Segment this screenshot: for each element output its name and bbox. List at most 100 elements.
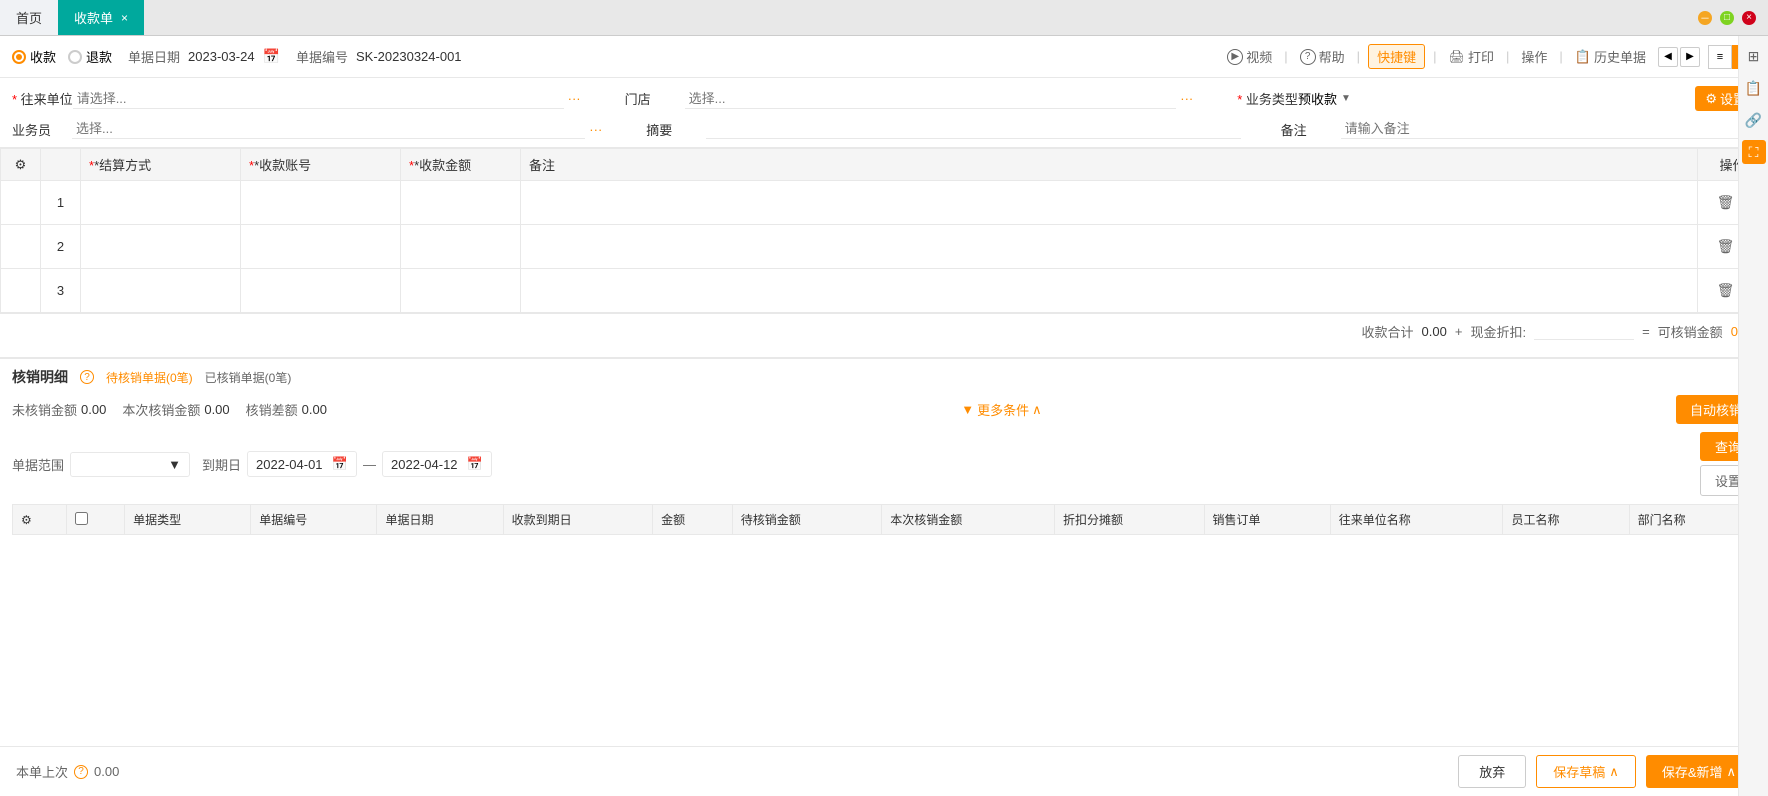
shortcut-button[interactable]: 快捷键 [1368,44,1425,69]
counterpart-input[interactable] [73,89,564,109]
row3-num: 3 [41,269,81,313]
sidebar-link-icon[interactable]: 🔗 [1742,108,1766,132]
filter-icon: ▼ [961,402,974,417]
video-button[interactable]: ▶ 视频 [1223,45,1276,68]
store-ellipsis-icon[interactable]: ··· [1176,91,1197,106]
radio-shoukuan-dot [12,50,26,64]
btcol-settings-header[interactable]: ⚙ [13,505,67,535]
sidebar-table-icon[interactable]: ⊞ [1742,44,1766,68]
select-all-checkbox[interactable] [75,512,88,525]
save-new-button[interactable]: 保存&新增 ∧ [1646,755,1752,788]
minimize-button[interactable]: － [1698,11,1712,25]
diff-label: 核销差额 [246,400,298,419]
doc-num-group: 单据编号 SK-20230324-001 [296,47,462,66]
history-button[interactable]: 📋 历史单据 [1571,45,1650,68]
due-date-start-input[interactable]: 2022-04-01 📅 [247,451,357,477]
counterpart-ellipsis-icon[interactable]: ··· [564,91,585,106]
row2-num: 2 [41,225,81,269]
help-button[interactable]: ? 帮助 [1296,45,1349,68]
print-button[interactable]: 🖨 打印 [1444,45,1498,68]
sidebar-doc-icon[interactable]: 📋 [1742,76,1766,100]
row1-account[interactable] [241,181,401,225]
nav-prev[interactable]: ◀ [1658,47,1678,67]
radio-shoukuan[interactable]: 收款 [12,47,56,66]
row2-amount[interactable] [401,225,521,269]
history-icon: 📋 [1575,49,1591,65]
collection-total-value: 0.00 [1422,324,1447,339]
tab-done[interactable]: 已核销单据(0笔) [205,369,292,386]
col-settings-header[interactable]: ⚙ [1,149,41,181]
salesperson-ellipsis-icon[interactable]: ··· [585,122,606,137]
btcol-current-header: 本次核销金额 [882,505,1055,535]
discard-button[interactable]: 放弃 [1458,755,1526,788]
discard-label: 放弃 [1479,765,1505,780]
row3-note[interactable] [521,269,1698,313]
row2-account[interactable] [241,225,401,269]
save-draft-button[interactable]: 保存草稿 ∧ [1536,755,1636,788]
list-view-btn[interactable]: ≡ [1708,45,1732,69]
footer: 本单上次 ? 0.00 放弃 保存草稿 ∧ 保存&新增 ∧ [0,746,1768,796]
salesperson-input[interactable] [72,119,585,139]
draft-label: 保存草稿 [1553,762,1605,781]
save-new-arrow-icon: ∧ [1726,764,1736,780]
diff-stat: 核销差额 0.00 [246,400,327,419]
col-amount-header: **收款金额 [401,149,521,181]
more-conditions-btn[interactable]: ▼ 更多条件 ∧ [961,400,1041,419]
summary-input[interactable] [706,119,1240,139]
more-conditions-label: 更多条件 [977,400,1029,419]
tab-shoukuan[interactable]: 收款单 × [58,0,144,35]
tab-pending[interactable]: 待核销单据(0笔) [106,369,193,386]
btcol-checkbox-header[interactable] [66,505,124,535]
row2-settlement[interactable] [81,225,241,269]
business-type-field: 业务类型 预收款 ▼ [1237,89,1695,108]
col-account-header: **收款账号 [241,149,401,181]
history-label: 历史单据 [1594,47,1646,66]
store-input[interactable] [685,89,1177,109]
sidebar-expand-icon[interactable]: ⛶ [1742,140,1766,164]
salesperson-field: 业务员 ··· [12,119,606,139]
plus-sign: + [1455,324,1463,339]
doc-date-calendar-icon[interactable]: 📅 [263,48,280,65]
business-type-select[interactable]: 预收款 ▼ [1298,89,1695,108]
radio-tuikuan[interactable]: 退款 [68,47,112,66]
cash-discount-input[interactable] [1534,324,1634,340]
row1-note[interactable] [521,181,1698,225]
row3-delete-icon[interactable]: 🗑 [1717,282,1735,299]
doc-date-group: 单据日期 2023-03-24 📅 [128,47,280,66]
row1-amount[interactable] [401,181,521,225]
row3-account[interactable] [241,269,401,313]
payment-type-radio-group: 收款 退款 [12,47,112,66]
operation-button[interactable]: 操作 [1517,45,1551,68]
row3-amount[interactable] [401,269,521,313]
due-date-end-input[interactable]: 2022-04-12 📅 [382,451,492,477]
business-type-value: 预收款 [1298,89,1337,108]
counterpart-label: 往来单位 [12,89,73,108]
store-label: 门店 [625,89,685,108]
nav-next[interactable]: ▶ [1680,47,1700,67]
diff-value: 0.00 [302,402,327,417]
recon-info-icon[interactable]: ? [80,370,94,384]
close-button[interactable]: × [1742,11,1756,25]
row1-settlement[interactable] [81,181,241,225]
print-icon: 🖨 [1448,49,1465,65]
doc-range-filter: 单据范围 ▼ [12,452,190,477]
col-settlement-label: *结算方式 [94,158,151,173]
tab-close-icon[interactable]: × [121,11,128,25]
row1-delete-icon[interactable]: 🗑 [1717,194,1735,211]
btcol-date-header: 单据日期 [377,505,503,535]
unclaimed-stat: 未核销金额 0.00 [12,400,106,419]
doc-range-select[interactable]: ▼ [70,452,190,477]
row2-delete-icon[interactable]: 🗑 [1717,238,1735,255]
reconciliation-section: 核销明细 ? 待核销单据(0笔) 已核销单据(0笔) 未核销金额 0.00 本次… [0,357,1768,746]
unclaimed-label: 未核销金额 [12,400,77,419]
footer-info-icon[interactable]: ? [74,765,88,779]
row2-note[interactable] [521,225,1698,269]
btcol-counterpart-header: 往来单位名称 [1330,505,1503,535]
tab-home[interactable]: 首页 [0,0,58,35]
remark-input[interactable] [1341,119,1756,139]
maximize-button[interactable]: □ [1720,11,1734,25]
nav-arrows: ◀ ▶ [1658,47,1700,67]
settings-gear-icon: ⚙ [1705,91,1717,107]
row3-settlement[interactable] [81,269,241,313]
counterpart-field: 往来单位 ··· [12,89,585,109]
